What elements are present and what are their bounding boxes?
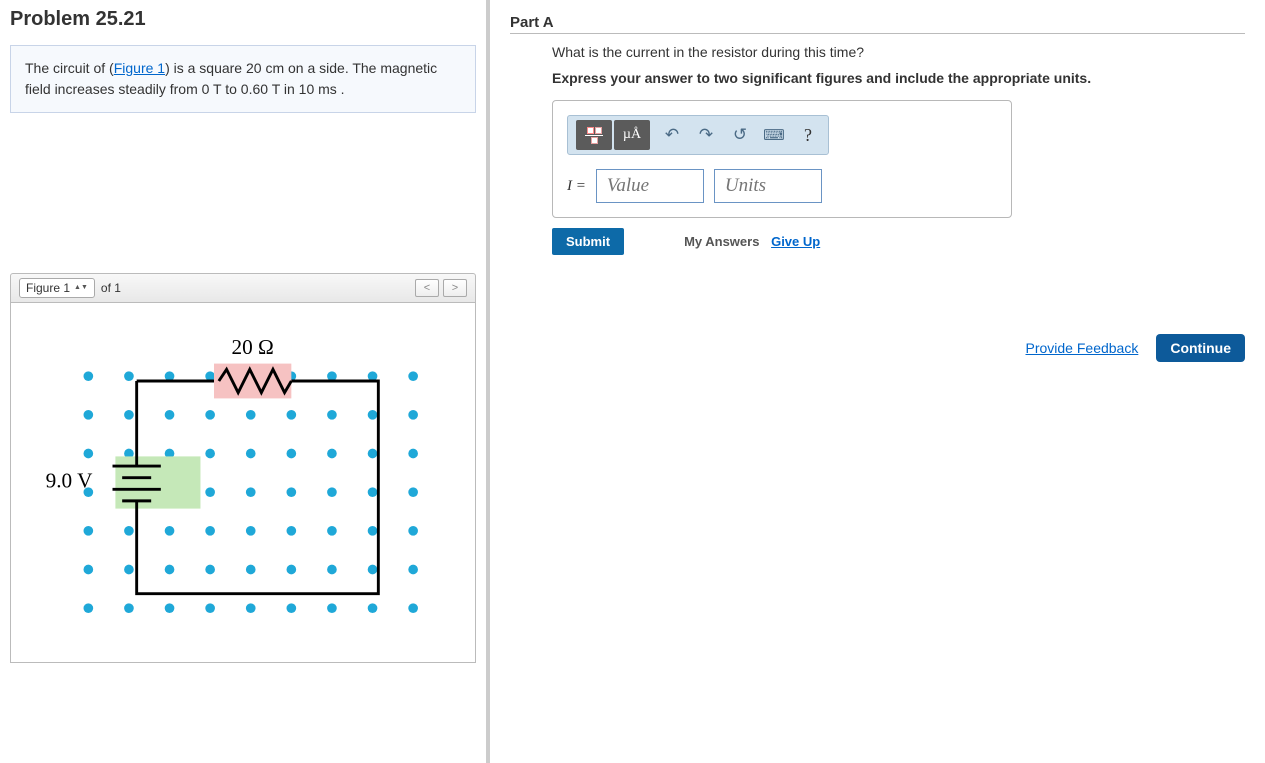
mu-angstrom-icon: µÅ (623, 127, 641, 143)
svg-text:20 Ω: 20 Ω (231, 335, 273, 359)
svg-text:9.0 V: 9.0 V (46, 468, 93, 492)
question-text: What is the current in the resistor duri… (552, 44, 1245, 60)
desc-pre: The circuit of ( (25, 60, 114, 76)
answer-panel: µÅ ↶ ↷ ↺ ⌨ ? I = (552, 100, 1012, 218)
submit-button[interactable]: Submit (552, 228, 624, 255)
redo-button[interactable]: ↷ (694, 123, 718, 147)
undo-button[interactable]: ↶ (660, 123, 684, 147)
problem-title: Problem 25.21 (10, 8, 476, 31)
answer-toolbar: µÅ ↶ ↷ ↺ ⌨ ? (567, 115, 829, 155)
give-up-link[interactable]: Give Up (771, 234, 820, 249)
figure-selector-label: Figure 1 (26, 281, 70, 295)
circuit-diagram: 20 Ω 9.0 V (19, 323, 467, 642)
equation-label: I = (567, 178, 586, 195)
keyboard-button[interactable]: ⌨ (762, 123, 786, 147)
instruction-text: Express your answer to two significant f… (552, 70, 1245, 86)
figure-count: of 1 (101, 281, 121, 295)
action-row: Submit My Answers Give Up (552, 228, 1245, 255)
figure-body: 20 Ω 9.0 V (10, 303, 476, 663)
fraction-icon (585, 127, 603, 144)
figure-selector[interactable]: Figure 1 ▲▼ (19, 278, 95, 298)
figure-header: Figure 1 ▲▼ of 1 < > (10, 273, 476, 303)
reset-button[interactable]: ↺ (728, 123, 752, 147)
problem-description: The circuit of (Figure 1) is a square 20… (10, 45, 476, 113)
stepper-icon: ▲▼ (74, 285, 88, 291)
continue-button[interactable]: Continue (1156, 334, 1245, 362)
figure-prev-button[interactable]: < (415, 279, 439, 297)
provide-feedback-link[interactable]: Provide Feedback (1026, 340, 1139, 356)
units-tool-button[interactable]: µÅ (614, 120, 650, 150)
figure-next-button[interactable]: > (443, 279, 467, 297)
value-input[interactable] (596, 169, 704, 203)
my-answers-link[interactable]: My Answers (684, 234, 759, 249)
figure-link[interactable]: Figure 1 (114, 60, 165, 76)
fraction-tool-button[interactable] (576, 120, 612, 150)
units-input[interactable] (714, 169, 822, 203)
part-header: Part A (510, 8, 1245, 34)
help-button[interactable]: ? (796, 123, 820, 147)
